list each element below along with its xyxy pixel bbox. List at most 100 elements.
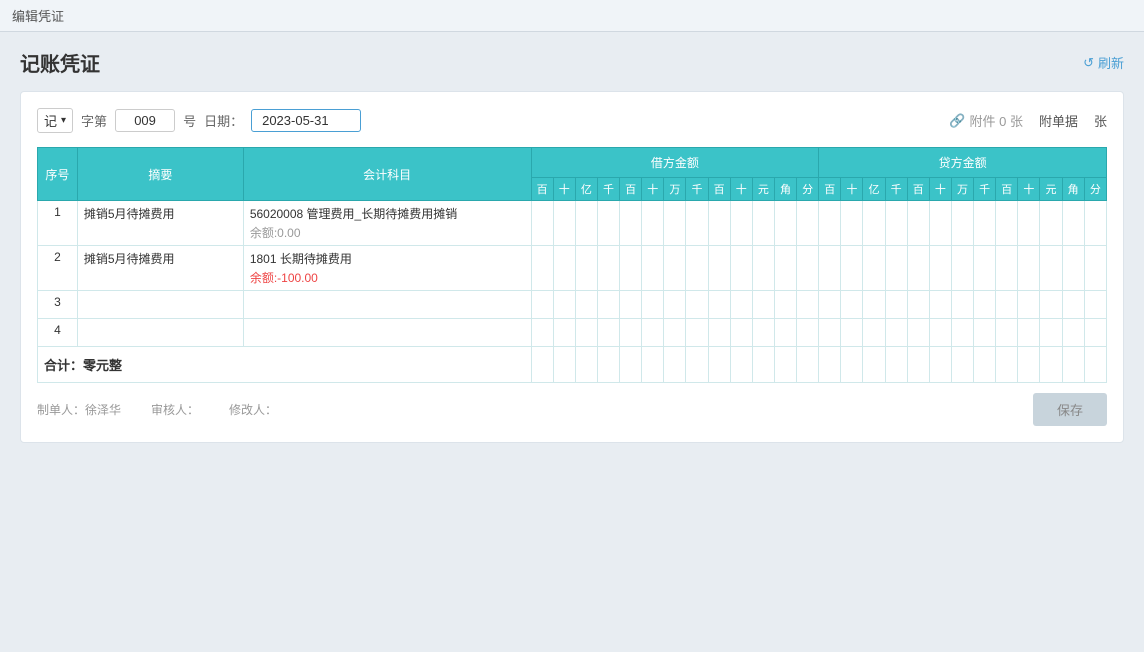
credit-cell[interactable] [841, 319, 863, 347]
row-account[interactable] [243, 319, 531, 347]
credit-cell[interactable] [1040, 291, 1062, 319]
debit-cell[interactable] [553, 291, 575, 319]
credit-cell[interactable] [907, 246, 929, 291]
credit-cell[interactable] [819, 246, 841, 291]
debit-cell[interactable] [531, 319, 553, 347]
row-summary[interactable]: 摊销5月待摊费用 [77, 246, 243, 291]
credit-cell[interactable] [885, 319, 907, 347]
credit-cell[interactable] [819, 291, 841, 319]
date-input[interactable] [251, 109, 361, 132]
row-summary[interactable] [77, 291, 243, 319]
debit-cell[interactable] [797, 201, 819, 246]
credit-cell[interactable] [863, 246, 885, 291]
credit-cell[interactable] [951, 201, 973, 246]
credit-cell[interactable] [951, 319, 973, 347]
credit-cell[interactable] [974, 246, 996, 291]
credit-cell[interactable] [863, 291, 885, 319]
debit-cell[interactable] [597, 246, 619, 291]
debit-cell[interactable] [620, 201, 642, 246]
credit-cell[interactable] [929, 201, 951, 246]
debit-cell[interactable] [708, 319, 730, 347]
debit-cell[interactable] [620, 319, 642, 347]
debit-cell[interactable] [664, 201, 686, 246]
debit-cell[interactable] [553, 319, 575, 347]
debit-cell[interactable] [597, 201, 619, 246]
credit-cell[interactable] [1040, 319, 1062, 347]
debit-cell[interactable] [752, 246, 774, 291]
credit-cell[interactable] [1018, 319, 1040, 347]
credit-cell[interactable] [841, 201, 863, 246]
credit-cell[interactable] [819, 201, 841, 246]
credit-cell[interactable] [996, 201, 1018, 246]
debit-cell[interactable] [708, 201, 730, 246]
debit-cell[interactable] [686, 201, 708, 246]
credit-cell[interactable] [929, 291, 951, 319]
debit-cell[interactable] [575, 319, 597, 347]
debit-cell[interactable] [797, 291, 819, 319]
credit-cell[interactable] [1084, 319, 1106, 347]
credit-cell[interactable] [996, 291, 1018, 319]
credit-cell[interactable] [863, 319, 885, 347]
debit-cell[interactable] [575, 291, 597, 319]
debit-cell[interactable] [553, 201, 575, 246]
debit-cell[interactable] [575, 246, 597, 291]
credit-cell[interactable] [907, 291, 929, 319]
debit-cell[interactable] [531, 246, 553, 291]
debit-cell[interactable] [708, 246, 730, 291]
debit-cell[interactable] [620, 291, 642, 319]
debit-cell[interactable] [752, 319, 774, 347]
credit-cell[interactable] [1040, 246, 1062, 291]
debit-cell[interactable] [597, 319, 619, 347]
debit-cell[interactable] [575, 201, 597, 246]
credit-cell[interactable] [929, 246, 951, 291]
debit-cell[interactable] [664, 246, 686, 291]
debit-cell[interactable] [664, 319, 686, 347]
debit-cell[interactable] [774, 291, 796, 319]
credit-cell[interactable] [863, 201, 885, 246]
row-account[interactable]: 1801 长期待摊费用余额:-100.00 [243, 246, 531, 291]
debit-cell[interactable] [774, 319, 796, 347]
credit-cell[interactable] [907, 319, 929, 347]
debit-cell[interactable] [531, 201, 553, 246]
debit-cell[interactable] [774, 201, 796, 246]
row-account[interactable]: 56020008 管理费用_长期待摊费用摊销余额:0.00 [243, 201, 531, 246]
credit-cell[interactable] [951, 246, 973, 291]
credit-cell[interactable] [1084, 246, 1106, 291]
credit-cell[interactable] [929, 319, 951, 347]
voucher-type-select[interactable]: 记 ▾ [37, 108, 73, 133]
save-button[interactable]: 保存 [1033, 393, 1107, 426]
debit-cell[interactable] [686, 319, 708, 347]
row-summary[interactable]: 摊销5月待摊费用 [77, 201, 243, 246]
credit-cell[interactable] [1062, 291, 1084, 319]
credit-cell[interactable] [951, 291, 973, 319]
debit-cell[interactable] [686, 246, 708, 291]
credit-cell[interactable] [1062, 319, 1084, 347]
debit-cell[interactable] [797, 246, 819, 291]
credit-cell[interactable] [907, 201, 929, 246]
credit-cell[interactable] [819, 319, 841, 347]
debit-cell[interactable] [752, 291, 774, 319]
attach-link[interactable]: 🔗 附件 0 张 [949, 111, 1023, 130]
debit-cell[interactable] [730, 201, 752, 246]
credit-cell[interactable] [974, 319, 996, 347]
debit-cell[interactable] [774, 246, 796, 291]
credit-cell[interactable] [996, 319, 1018, 347]
debit-cell[interactable] [620, 246, 642, 291]
row-account[interactable] [243, 291, 531, 319]
debit-cell[interactable] [708, 291, 730, 319]
debit-cell[interactable] [642, 246, 664, 291]
credit-cell[interactable] [1062, 246, 1084, 291]
credit-cell[interactable] [1040, 201, 1062, 246]
credit-cell[interactable] [885, 291, 907, 319]
debit-cell[interactable] [752, 201, 774, 246]
credit-cell[interactable] [885, 201, 907, 246]
credit-cell[interactable] [1018, 246, 1040, 291]
debit-cell[interactable] [553, 246, 575, 291]
debit-cell[interactable] [686, 291, 708, 319]
debit-cell[interactable] [642, 291, 664, 319]
credit-cell[interactable] [1062, 201, 1084, 246]
credit-cell[interactable] [996, 246, 1018, 291]
credit-cell[interactable] [974, 291, 996, 319]
credit-cell[interactable] [1084, 201, 1106, 246]
debit-cell[interactable] [664, 291, 686, 319]
